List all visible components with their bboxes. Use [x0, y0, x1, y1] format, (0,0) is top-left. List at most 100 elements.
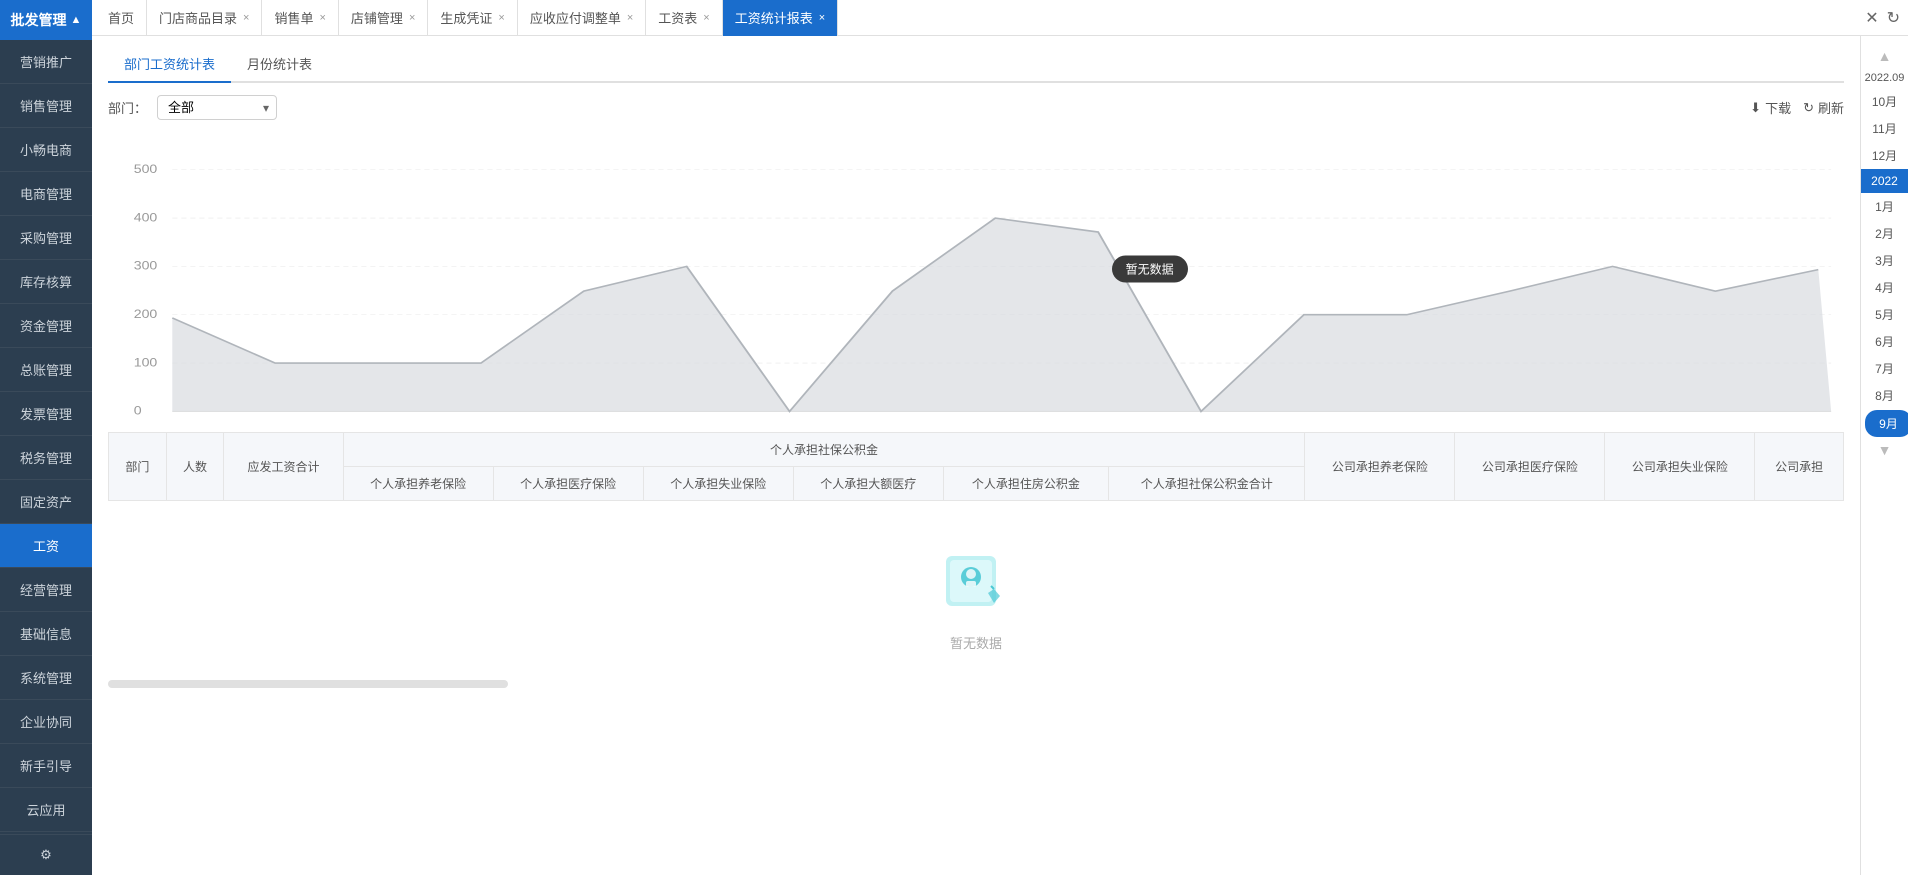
tab-label: 销售单	[274, 8, 313, 27]
download-icon: ⬇	[1750, 100, 1761, 116]
empty-state: 暂无数据	[108, 501, 1844, 672]
sidebar-item-企业协同[interactable]: 企业协同	[0, 700, 92, 744]
page-content: 部门工资统计表 月份统计表 部门： 全部 ⬇ 下载	[92, 36, 1860, 875]
sub-tab-month[interactable]: 月份统计表	[231, 48, 328, 83]
sidebar-item-资金管理[interactable]: 资金管理	[0, 304, 92, 348]
th-personal-medical: 个人承担医疗保险	[493, 467, 643, 501]
sidebar-item-固定资产[interactable]: 固定资产	[0, 480, 92, 524]
sidebar-item-采购管理[interactable]: 采购管理	[0, 216, 92, 260]
timeline-up-arrow[interactable]: ▲	[1874, 44, 1896, 68]
close-all-icon[interactable]: ✕	[1865, 8, 1878, 28]
sidebar-item-工资[interactable]: 工资	[0, 524, 92, 568]
main-area: 首页门店商品目录×销售单×店铺管理×生成凭证×应收应付调整单×工资表×工资统计报…	[92, 0, 1908, 875]
dept-select[interactable]: 全部	[157, 95, 277, 120]
tab-生成凭证[interactable]: 生成凭证×	[428, 0, 517, 36]
sidebar-item-销售管理[interactable]: 销售管理	[0, 84, 92, 128]
dept-label: 部门：	[108, 98, 147, 117]
sidebar-header[interactable]: 批发管理 ▲	[0, 0, 92, 40]
download-button[interactable]: ⬇ 下载	[1750, 98, 1791, 117]
sidebar-item-基础信息[interactable]: 基础信息	[0, 612, 92, 656]
th-headcount: 人数	[166, 433, 224, 501]
tab-label: 工资表	[658, 8, 697, 27]
tab-bar-actions[interactable]: ✕ ↻	[1865, 8, 1908, 28]
timeline-month-1月[interactable]: 1月	[1861, 193, 1908, 220]
th-personal-pension: 个人承担养老保险	[343, 467, 493, 501]
timeline-year-label: 2022.09	[1863, 68, 1907, 88]
sidebar-item-系统管理[interactable]: 系统管理	[0, 656, 92, 700]
tab-门店商品目录[interactable]: 门店商品目录 ×	[147, 0, 262, 36]
tab-label: 门店商品目录	[159, 8, 237, 27]
timeline-month-2月[interactable]: 2月	[1861, 220, 1908, 247]
timeline-down-arrow[interactable]: ▼	[1874, 438, 1896, 462]
toolbar: 部门： 全部 ⬇ 下载 ↻ 刷新	[108, 95, 1844, 120]
tab-bar: 首页门店商品目录×销售单×店铺管理×生成凭证×应收应付调整单×工资表×工资统计报…	[92, 0, 1908, 36]
sidebar-settings[interactable]: ⚙	[0, 834, 92, 875]
th-personal-insurance: 个人承担社保公积金	[343, 433, 1305, 467]
tab-close-icon[interactable]: ×	[243, 12, 249, 24]
timeline-month-6月[interactable]: 6月	[1861, 328, 1908, 355]
sidebar-item-电商管理[interactable]: 电商管理	[0, 172, 92, 216]
tab-应收应付调整单[interactable]: 应收应付调整单 ×	[518, 0, 646, 36]
sidebar-collapse-icon[interactable]: ▲	[71, 14, 82, 26]
timeline-month-10月[interactable]: 10月	[1861, 88, 1908, 115]
timeline-month-active[interactable]: 9月	[1865, 410, 1908, 437]
tab-close-icon[interactable]: ×	[409, 12, 415, 24]
th-personal-total: 个人承担社保公积金合计	[1109, 467, 1305, 501]
sidebar-item-小畅电商[interactable]: 小畅电商	[0, 128, 92, 172]
sidebar-items: 营销推广销售管理小畅电商电商管理采购管理库存核算资金管理总账管理发票管理税务管理…	[0, 40, 92, 832]
tab-label: 工资统计报表	[735, 8, 813, 27]
timeline-month-7月[interactable]: 7月	[1861, 355, 1908, 382]
tab-首页[interactable]: 首页	[96, 0, 147, 36]
toolbar-right: ⬇ 下载 ↻ 刷新	[1750, 98, 1844, 117]
tab-工资统计报表[interactable]: 工资统计报表 ×	[723, 0, 838, 36]
toolbar-left: 部门： 全部	[108, 95, 277, 120]
th-total-salary: 应发工资合计	[224, 433, 343, 501]
content-area: 部门工资统计表 月份统计表 部门： 全部 ⬇ 下载	[92, 36, 1908, 875]
timeline-month-12月[interactable]: 12月	[1861, 142, 1908, 169]
chart-svg: 0 100 200 300 400 500	[108, 130, 1844, 420]
refresh-icon[interactable]: ↻	[1887, 8, 1900, 28]
tab-close-icon[interactable]: ×	[627, 12, 633, 24]
sidebar-item-税务管理[interactable]: 税务管理	[0, 436, 92, 480]
timeline-year-active[interactable]: 2022	[1861, 169, 1908, 193]
tab-店铺管理[interactable]: 店铺管理 ×	[339, 0, 428, 36]
sidebar-item-库存核算[interactable]: 库存核算	[0, 260, 92, 304]
tab-label: 首页	[108, 8, 134, 27]
tab-close-icon[interactable]: ×	[498, 12, 504, 24]
horizontal-scrollbar[interactable]	[108, 680, 508, 688]
sidebar-item-营销推广[interactable]: 营销推广	[0, 40, 92, 84]
svg-text:100: 100	[134, 355, 158, 369]
tab-close-icon[interactable]: ×	[319, 12, 325, 24]
sidebar-item-经营管理[interactable]: 经营管理	[0, 568, 92, 612]
sidebar-item-云应用[interactable]: 云应用	[0, 788, 92, 832]
tab-label: 店铺管理	[351, 8, 403, 27]
sub-tabs: 部门工资统计表 月份统计表	[108, 48, 1844, 83]
refresh-button[interactable]: ↻ 刷新	[1803, 98, 1844, 117]
sub-tab-dept[interactable]: 部门工资统计表	[108, 48, 231, 83]
sidebar-item-总账管理[interactable]: 总账管理	[0, 348, 92, 392]
th-personal-housing-fund: 个人承担住房公积金	[943, 467, 1108, 501]
timeline-month-11月[interactable]: 11月	[1861, 115, 1908, 142]
sidebar-item-新手引导[interactable]: 新手引导	[0, 744, 92, 788]
timeline-panel: ▲ 2022.09 10月11月12月20221月2月3月4月5月6月7月8月9…	[1860, 36, 1908, 875]
sidebar-item-发票管理[interactable]: 发票管理	[0, 392, 92, 436]
tab-销售单[interactable]: 销售单 ×	[262, 0, 338, 36]
timeline-month-3月[interactable]: 3月	[1861, 247, 1908, 274]
svg-text:400: 400	[134, 210, 158, 224]
data-table: 部门 人数 应发工资合计 个人承担社保公积金 公司承担养老保险 公司承担医疗保险…	[108, 432, 1844, 501]
empty-text: 暂无数据	[950, 633, 1002, 652]
th-company-pension: 公司承担养老保险	[1305, 433, 1455, 501]
th-dept: 部门	[109, 433, 167, 501]
tab-close-icon[interactable]: ×	[703, 12, 709, 24]
svg-text:0: 0	[134, 404, 142, 418]
tab-label: 应收应付调整单	[530, 8, 621, 27]
chart-container: 0 100 200 300 400 500	[108, 130, 1844, 420]
timeline-month-8月[interactable]: 8月	[1861, 382, 1908, 409]
timeline-month-4月[interactable]: 4月	[1861, 274, 1908, 301]
dept-select-wrapper[interactable]: 全部	[157, 95, 277, 120]
settings-icon: ⚙	[40, 847, 52, 862]
tab-close-icon[interactable]: ×	[819, 12, 825, 24]
svg-text:300: 300	[134, 259, 158, 273]
timeline-month-5月[interactable]: 5月	[1861, 301, 1908, 328]
tab-工资表[interactable]: 工资表 ×	[646, 0, 722, 36]
